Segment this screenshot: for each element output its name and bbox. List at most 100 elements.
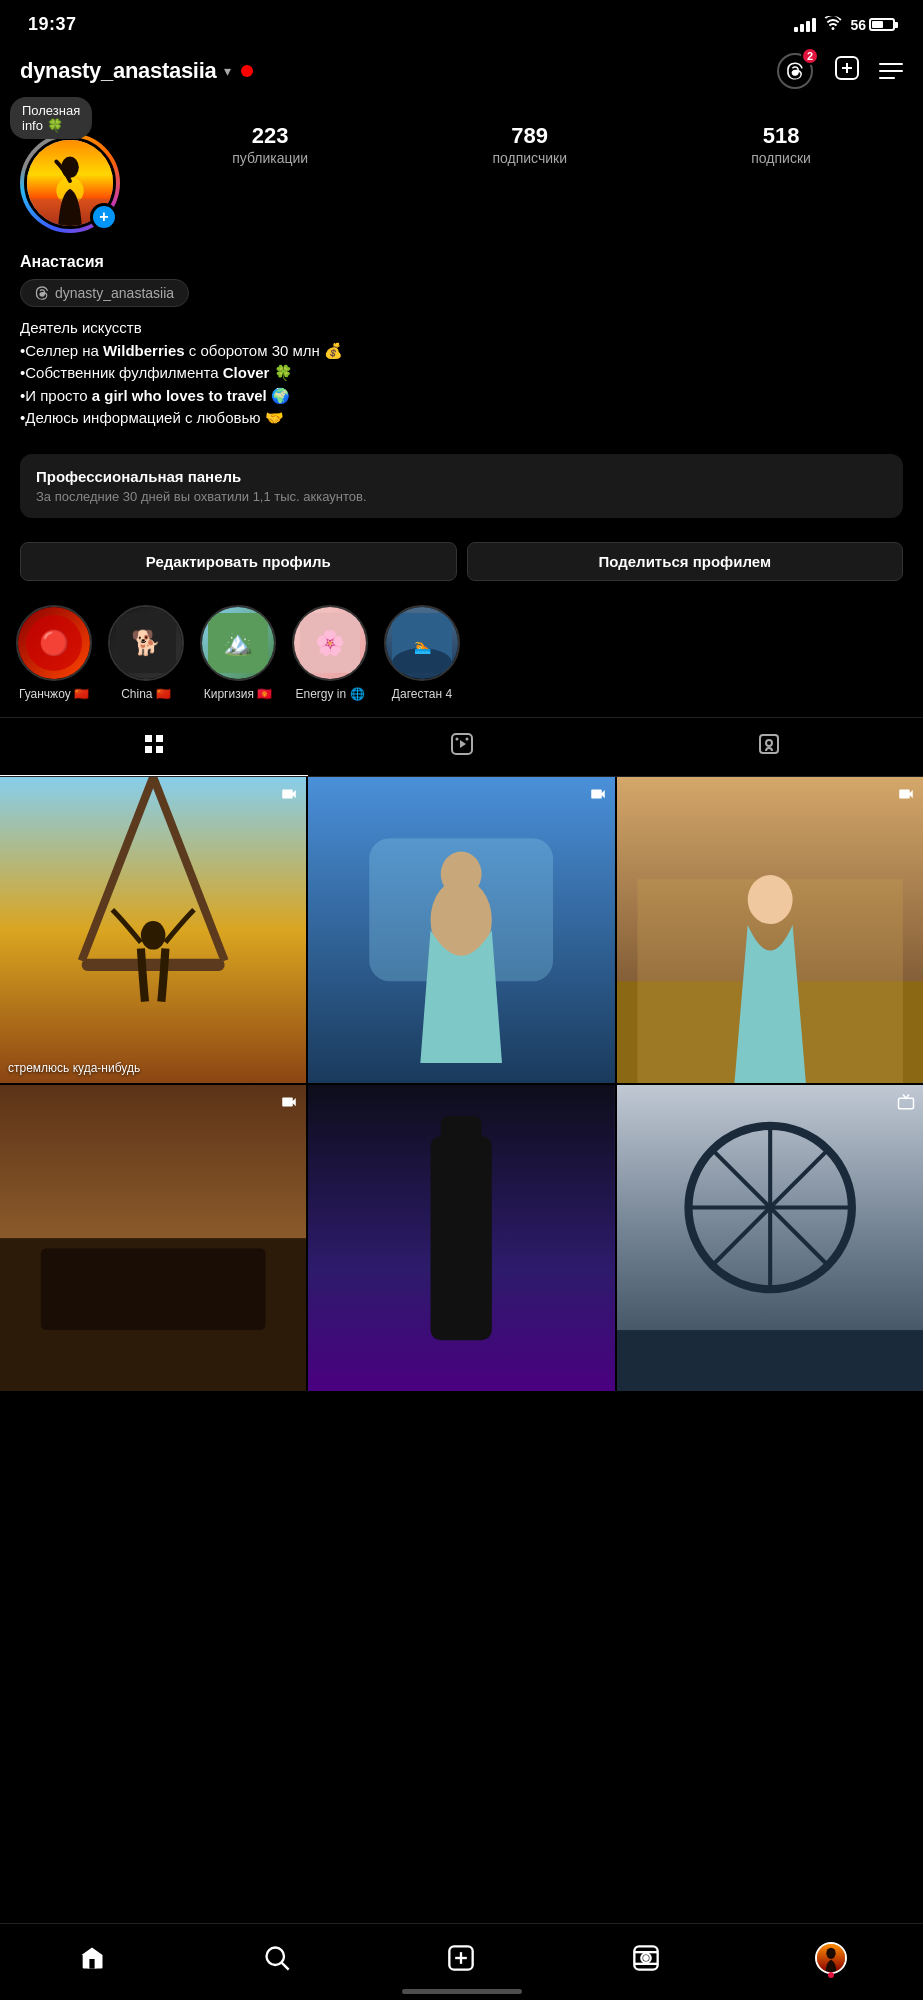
live-indicator — [241, 65, 253, 77]
svg-rect-26 — [760, 735, 778, 753]
post-item-3[interactable] — [617, 777, 923, 1083]
svg-point-66 — [826, 1948, 835, 1959]
svg-rect-45 — [431, 1136, 492, 1340]
post-item-1[interactable]: стремлюсь куда-нибудь — [0, 777, 306, 1083]
stat-followers[interactable]: 789 подписчики — [492, 123, 567, 167]
svg-point-24 — [455, 737, 458, 740]
publications-count: 223 — [232, 123, 308, 149]
battery-level: 56 — [850, 17, 866, 33]
svg-rect-46 — [441, 1115, 482, 1146]
menu-icon[interactable] — [879, 63, 903, 79]
svg-point-25 — [465, 737, 468, 740]
home-icon — [78, 1944, 106, 1972]
post-thumbnail-2 — [308, 777, 614, 1083]
svg-point-36 — [441, 851, 482, 896]
highlight-label-energy: Energy in 🌐 — [295, 687, 364, 701]
svg-point-62 — [644, 1956, 648, 1960]
post-thumbnail-5 — [308, 1085, 614, 1391]
bio-line-3: •И просто a girl who loves to travel 🌍 — [20, 387, 290, 404]
tagged-icon — [757, 732, 781, 762]
post-item-4[interactable] — [0, 1085, 306, 1391]
content-tabs — [0, 717, 923, 777]
post-item-5[interactable] — [308, 1085, 614, 1391]
pro-panel-title: Профессиональная панель — [36, 468, 887, 485]
professional-panel[interactable]: Профессиональная панель За последние 30 … — [20, 454, 903, 518]
svg-rect-54 — [899, 1098, 914, 1109]
pro-panel-subtitle: За последние 30 дней вы охватили 1,1 тыс… — [36, 489, 887, 504]
bio-line-4: •Делюсь информацией с любовью 🤝 — [20, 409, 284, 426]
svg-text:🏔️: 🏔️ — [223, 628, 253, 657]
add-story-button[interactable]: + — [90, 203, 118, 231]
svg-rect-18 — [145, 735, 152, 742]
new-post-nav-icon — [447, 1944, 475, 1972]
nav-home[interactable] — [67, 1936, 117, 1980]
status-time: 19:37 — [28, 14, 77, 35]
tab-grid[interactable] — [0, 718, 308, 776]
stat-following[interactable]: 518 подписки — [751, 123, 811, 167]
followers-label: подписчики — [492, 150, 567, 166]
svg-rect-19 — [156, 735, 163, 742]
highlight-kyrgyzstan[interactable]: 🏔️ Киргизия 🇰🇬 — [200, 605, 276, 701]
nav-profile[interactable] — [806, 1936, 856, 1980]
share-profile-button[interactable]: Поделиться профилем — [467, 542, 904, 581]
edit-profile-button[interactable]: Редактировать профиль — [20, 542, 457, 581]
story-label[interactable]: Полезнаяinfo 🍀 — [10, 97, 92, 139]
svg-marker-23 — [460, 740, 466, 748]
grid-icon — [142, 732, 166, 762]
stats-row: 223 публикации 789 подписчики 518 подпис… — [140, 103, 903, 167]
stat-publications[interactable]: 223 публикации — [232, 123, 308, 167]
highlight-china[interactable]: 🐕 China 🇨🇳 — [108, 605, 184, 701]
bio-section: Анастасия dynasty_anastasiia Деятель иск… — [0, 249, 923, 442]
highlight-dagestan[interactable]: 🏊 Дагестан 4 — [384, 605, 460, 701]
svg-rect-43 — [41, 1248, 266, 1330]
highlight-circle-dagestan: 🏊 — [384, 605, 460, 681]
svg-rect-21 — [156, 746, 163, 753]
username-row[interactable]: dynasty_anastasiia ▾ — [20, 58, 253, 84]
home-indicator — [402, 1989, 522, 1994]
svg-text:🌸: 🌸 — [315, 628, 345, 657]
notification-badge: 2 — [801, 47, 819, 65]
status-bar: 19:37 56 — [0, 0, 923, 43]
svg-text:🔴: 🔴 — [39, 628, 69, 657]
nav-avatar — [815, 1942, 847, 1974]
reel-indicator-2 — [589, 785, 607, 807]
battery-shape — [869, 18, 895, 31]
svg-line-56 — [282, 1963, 289, 1970]
chevron-down-icon[interactable]: ▾ — [224, 63, 231, 79]
svg-point-27 — [766, 740, 772, 746]
status-icons: 56 — [794, 16, 895, 34]
tab-tagged[interactable] — [615, 718, 923, 776]
bio-line-2: •Собственник фулфилмента Clover 🍀 — [20, 364, 293, 381]
post-item-2[interactable] — [308, 777, 614, 1083]
new-post-icon[interactable] — [833, 54, 861, 89]
svg-rect-53 — [617, 1330, 923, 1391]
highlight-label-china: China 🇨🇳 — [121, 687, 171, 701]
bio-category: Деятель искусств — [20, 319, 142, 336]
battery-indicator: 56 — [850, 17, 895, 33]
nav-search[interactable] — [252, 1936, 302, 1980]
svg-rect-20 — [145, 746, 152, 753]
threads-button[interactable]: 2 — [775, 51, 815, 91]
svg-rect-31 — [82, 958, 225, 970]
nav-reels[interactable] — [621, 1936, 671, 1980]
post-item-6[interactable] — [617, 1085, 923, 1391]
header-actions: 2 — [775, 51, 903, 91]
post-thumbnail-6 — [617, 1085, 923, 1391]
nav-new-post[interactable] — [436, 1936, 486, 1980]
profile-header: dynasty_anastasiia ▾ 2 — [0, 43, 923, 103]
highlights-row: 🔴 Гуанчжоу 🇨🇳 🐕 China 🇨🇳 🏔️ — [0, 593, 923, 717]
tab-reels[interactable] — [308, 718, 616, 776]
posts-grid: стремлюсь куда-нибудь — [0, 777, 923, 1392]
followers-count: 789 — [492, 123, 567, 149]
post-thumbnail-1 — [0, 777, 306, 1083]
highlight-energy[interactable]: 🌸 Energy in 🌐 — [292, 605, 368, 701]
post-thumbnail-3 — [617, 777, 923, 1083]
highlight-label-dagestan: Дагестан 4 — [392, 687, 452, 701]
display-name: Анастасия — [20, 253, 903, 271]
profile-info-row: + Полезнаяinfo 🍀 223 публикации 789 подп… — [0, 103, 923, 249]
highlight-guangzhou[interactable]: 🔴 Гуанчжоу 🇨🇳 — [16, 605, 92, 701]
bio-text: Деятель искусств •Селлер на Wildberries … — [20, 317, 903, 430]
post-thumbnail-4 — [0, 1085, 306, 1391]
username[interactable]: dynasty_anastasiia — [20, 58, 216, 84]
threads-handle[interactable]: dynasty_anastasiia — [20, 279, 189, 307]
